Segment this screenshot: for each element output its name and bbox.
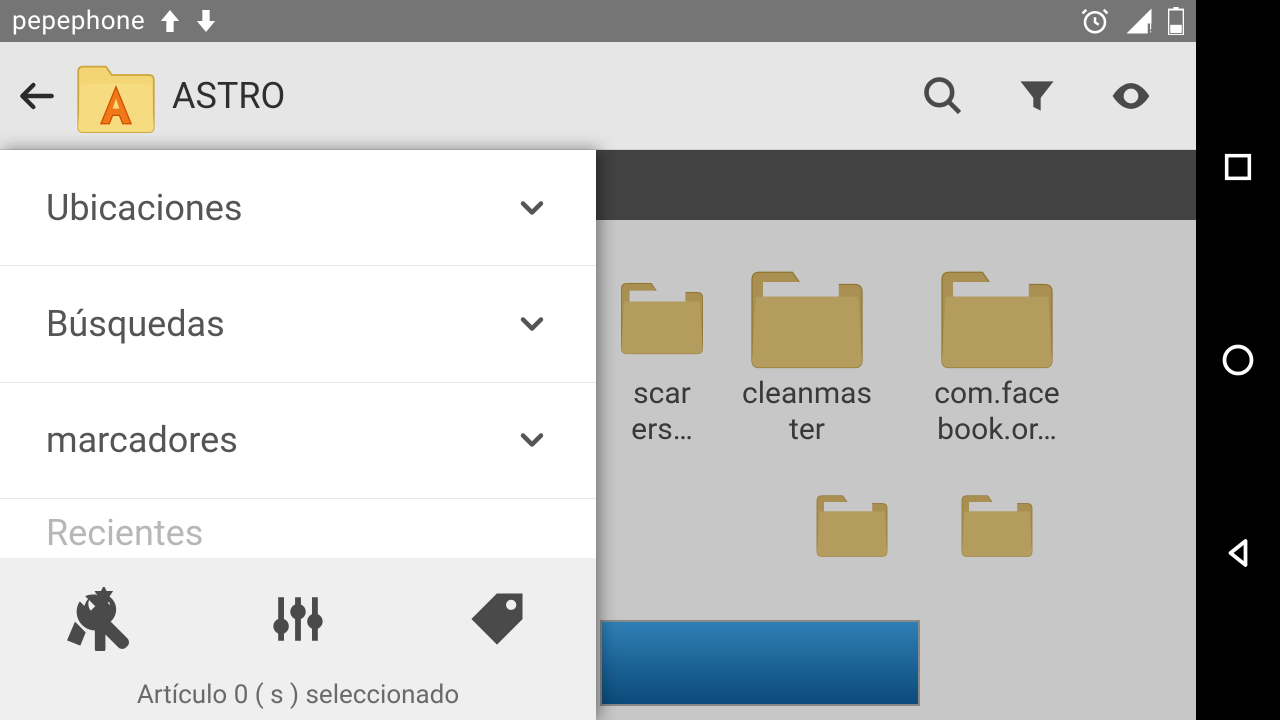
- back-button[interactable]: [14, 73, 60, 119]
- tools-button[interactable]: [0, 587, 199, 651]
- drawer-label: Recientes: [46, 512, 550, 554]
- signal-icon: !: [1124, 8, 1154, 34]
- svg-text:!: !: [1149, 21, 1152, 34]
- drawer-bottom-toolbar: Artículo 0 ( s ) seleccionado: [0, 558, 596, 720]
- drawer-item-searches[interactable]: Búsquedas: [0, 266, 596, 382]
- drawer-item-bookmarks[interactable]: marcadores: [0, 383, 596, 499]
- selection-status: Artículo 0 ( s ) seleccionado: [0, 680, 596, 720]
- system-nav-bar: [1196, 0, 1280, 720]
- drawer-item-locations[interactable]: Ubicaciones: [0, 150, 596, 266]
- drawer-label: Búsquedas: [46, 303, 514, 345]
- app-logo-icon: [74, 57, 158, 135]
- nav-recent-button[interactable]: [1218, 147, 1258, 187]
- search-button[interactable]: [920, 73, 966, 119]
- app-bar: ASTRO: [0, 42, 1280, 150]
- battery-icon: [1168, 7, 1184, 35]
- app-title: ASTRO: [172, 75, 285, 117]
- nav-back-button[interactable]: [1218, 533, 1258, 573]
- tag-button[interactable]: [397, 585, 596, 653]
- drawer-item-recents[interactable]: Recientes: [0, 499, 596, 558]
- ad-banner[interactable]: [600, 620, 920, 706]
- alarm-icon: [1080, 6, 1110, 36]
- upload-icon: [159, 8, 181, 34]
- download-icon: [195, 8, 217, 34]
- content-area: scar ers… cleanmas ter com.face book.or……: [0, 150, 1280, 720]
- chevron-down-icon: [514, 306, 550, 342]
- view-button[interactable]: [1108, 73, 1154, 119]
- status-bar: pepephone ! 13:46: [0, 0, 1280, 42]
- chevron-down-icon: [514, 190, 550, 226]
- carrier-label: pepephone: [12, 6, 145, 36]
- drawer-label: Ubicaciones: [46, 187, 514, 229]
- nav-home-button[interactable]: [1218, 340, 1258, 380]
- sliders-button[interactable]: [199, 590, 398, 648]
- chevron-down-icon: [514, 422, 550, 458]
- navigation-drawer: Ubicaciones Búsquedas marcadores Recient…: [0, 150, 596, 720]
- drawer-label: marcadores: [46, 419, 514, 461]
- screen: pepephone ! 13:46: [0, 0, 1280, 720]
- filter-button[interactable]: [1014, 73, 1060, 119]
